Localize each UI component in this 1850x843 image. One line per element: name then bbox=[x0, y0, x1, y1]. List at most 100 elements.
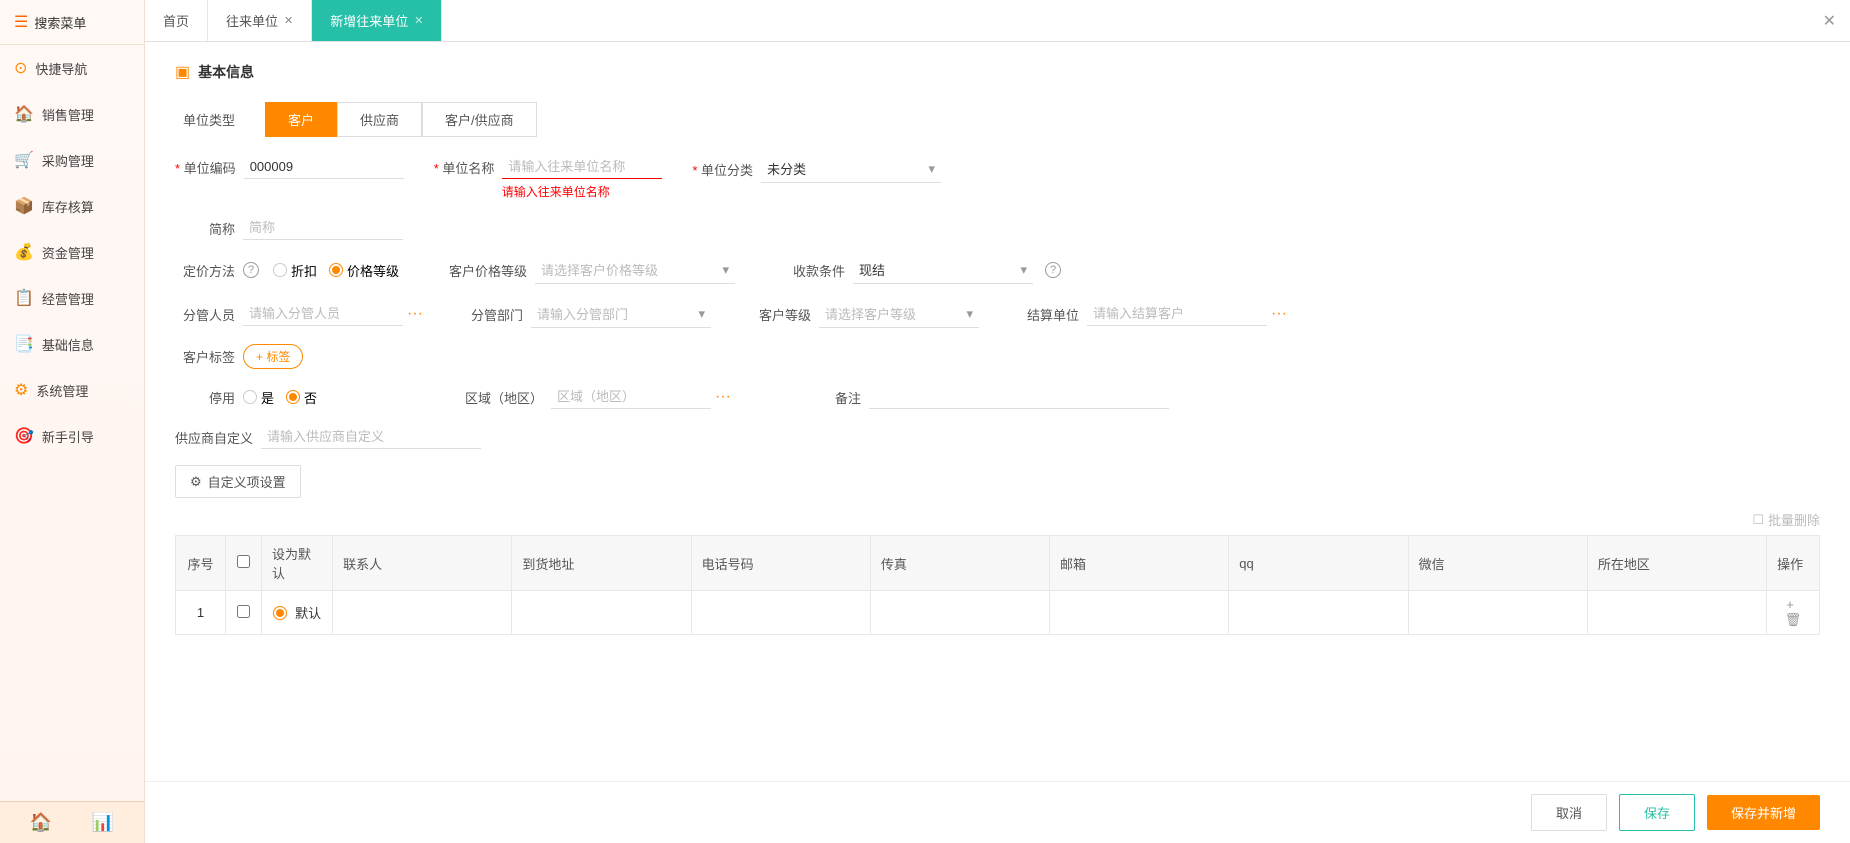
tab-partners-close[interactable]: ✕ bbox=[284, 14, 293, 27]
manager-dots-btn[interactable]: ··· bbox=[407, 305, 423, 323]
tab-partners[interactable]: 往来单位 ✕ bbox=[208, 0, 312, 41]
sidebar-item-label: 销售管理 bbox=[42, 105, 94, 124]
row-region-cell[interactable] bbox=[1587, 591, 1766, 635]
row-phone-input[interactable] bbox=[702, 605, 860, 620]
row-contact[interactable] bbox=[333, 591, 512, 635]
row-wechat[interactable] bbox=[1408, 591, 1587, 635]
radio-discount bbox=[273, 263, 287, 277]
radio-level-label: 价格等级 bbox=[347, 261, 399, 280]
pricing-radio-group: 折扣 价格等级 bbox=[273, 261, 399, 280]
row-pricing: 定价方法 ? 折扣 价格等级 客户价格等级 请选择客户价格等级 bbox=[175, 256, 1820, 284]
field-customer-level: 客户等级 请选择客户等级 ▾ bbox=[751, 300, 979, 328]
row-add-btn[interactable]: + bbox=[1786, 597, 1794, 612]
unit-category-arrow: ▾ bbox=[929, 161, 936, 177]
unit-code-input[interactable] bbox=[244, 155, 404, 179]
batch-delete-label[interactable]: 批量删除 bbox=[1768, 510, 1820, 529]
row-email-input[interactable] bbox=[1060, 605, 1218, 620]
sidebar-search-label: 搜索菜单 bbox=[34, 13, 86, 32]
add-tag-button[interactable]: + 标签 bbox=[243, 344, 303, 369]
custom-settings-button[interactable]: ⚙ 自定义项设置 bbox=[175, 465, 301, 498]
row-wechat-input[interactable] bbox=[1419, 605, 1577, 620]
department-select[interactable]: 请输入分管部门 ▾ bbox=[531, 300, 711, 328]
settlement-unit-dots[interactable]: ··· bbox=[1271, 305, 1287, 323]
type-btn-customer[interactable]: 客户 bbox=[265, 102, 337, 137]
field-region: 区域（地区） ··· bbox=[465, 385, 731, 409]
type-btn-both[interactable]: 客户/供应商 bbox=[422, 102, 537, 137]
purchase-icon: 🛒 bbox=[14, 150, 34, 170]
region-input-group: ··· bbox=[551, 385, 731, 409]
row-address[interactable] bbox=[512, 591, 691, 635]
save-new-button[interactable]: 保存并新增 bbox=[1707, 795, 1820, 830]
disabled-no-label: 否 bbox=[304, 388, 317, 407]
pricing-option-discount[interactable]: 折扣 bbox=[273, 261, 317, 280]
sidebar-item-sales[interactable]: 🏠 销售管理 bbox=[0, 91, 144, 137]
sidebar-item-quick-nav[interactable]: ⊙ 快捷导航 bbox=[0, 45, 144, 91]
row-address-input[interactable] bbox=[522, 605, 680, 620]
manager-label: 分管人员 bbox=[175, 305, 235, 324]
sidebar-item-operations[interactable]: 📋 经营管理 bbox=[0, 275, 144, 321]
price-level-select[interactable]: 请选择客户价格等级 ▾ bbox=[535, 256, 735, 284]
unit-name-input[interactable] bbox=[502, 155, 662, 179]
region-dots-btn[interactable]: ··· bbox=[715, 388, 731, 406]
payment-help-icon[interactable]: ? bbox=[1045, 262, 1061, 278]
row-qq-input[interactable] bbox=[1239, 605, 1397, 620]
select-all-checkbox[interactable] bbox=[237, 555, 250, 568]
row-fax-input[interactable] bbox=[881, 605, 1039, 620]
row-fax[interactable] bbox=[870, 591, 1049, 635]
pricing-option-level[interactable]: 价格等级 bbox=[329, 261, 399, 280]
tab-home[interactable]: 首页 bbox=[145, 0, 208, 41]
section-title: 基本信息 bbox=[198, 62, 254, 82]
region-input[interactable] bbox=[551, 385, 711, 409]
pricing-help-icon[interactable]: ? bbox=[243, 262, 259, 278]
row-select-checkbox[interactable] bbox=[237, 605, 250, 618]
row-qq[interactable] bbox=[1229, 591, 1408, 635]
settlement-unit-input[interactable] bbox=[1087, 302, 1267, 326]
settlement-unit-group: ··· bbox=[1087, 302, 1287, 326]
tab-new-partner[interactable]: 新增往来单位 ✕ bbox=[312, 0, 442, 41]
field-unit-category: 单位分类 未分类 ▾ bbox=[692, 155, 941, 183]
manager-input[interactable] bbox=[243, 302, 403, 326]
field-payment-terms: 收款条件 现结 ▾ ? bbox=[785, 256, 1061, 284]
disabled-no[interactable]: 否 bbox=[286, 388, 317, 407]
department-label: 分管部门 bbox=[463, 305, 523, 324]
row-delete-btn[interactable]: 🗑 bbox=[1785, 612, 1802, 627]
short-name-input[interactable] bbox=[243, 216, 403, 240]
settings-gear-icon: ⚙ bbox=[190, 474, 202, 490]
row-region-input[interactable] bbox=[1598, 605, 1756, 620]
close-all-tabs[interactable]: ✕ bbox=[1809, 11, 1850, 31]
row-phone[interactable] bbox=[691, 591, 870, 635]
sidebar-item-basic[interactable]: 📑 基础信息 bbox=[0, 321, 144, 367]
sidebar-item-system[interactable]: ⚙ 系统管理 bbox=[0, 367, 144, 413]
save-button[interactable]: 保存 bbox=[1619, 794, 1695, 831]
payment-terms-select[interactable]: 现结 ▾ bbox=[853, 256, 1033, 284]
sidebar-search[interactable]: ☰ 搜索菜单 bbox=[0, 0, 144, 45]
field-unit-name-group: 单位名称 请输入往来单位名称 bbox=[434, 155, 663, 200]
tab-new-partner-close[interactable]: ✕ bbox=[414, 14, 423, 27]
price-level-arrow: ▾ bbox=[723, 262, 730, 278]
batch-delete-icon: ☐ bbox=[1752, 512, 1764, 528]
type-btn-supplier[interactable]: 供应商 bbox=[337, 102, 422, 137]
sidebar-item-label: 采购管理 bbox=[42, 151, 94, 170]
tab-partners-label: 往来单位 bbox=[226, 11, 278, 30]
disabled-yes[interactable]: 是 bbox=[243, 388, 274, 407]
supplier-custom-input[interactable] bbox=[261, 425, 481, 449]
sidebar-footer-icon1[interactable]: 🏠 bbox=[30, 812, 52, 833]
field-disabled: 停用 是 否 bbox=[175, 388, 395, 407]
sidebar-item-guide[interactable]: 🎯 新手引导 bbox=[0, 413, 144, 459]
unit-name-label: 单位名称 bbox=[434, 158, 495, 177]
cancel-button[interactable]: 取消 bbox=[1531, 794, 1607, 831]
row-contact-input[interactable] bbox=[343, 605, 501, 620]
row-default-radio[interactable]: 默认 bbox=[272, 603, 322, 622]
sidebar-item-inventory[interactable]: 📦 库存核算 bbox=[0, 183, 144, 229]
sidebar-item-finance[interactable]: 💰 资金管理 bbox=[0, 229, 144, 275]
tab-new-partner-label: 新增往来单位 bbox=[330, 11, 408, 30]
notes-input[interactable] bbox=[869, 385, 1169, 409]
field-supplier-custom: 供应商自定义 bbox=[175, 425, 481, 449]
customer-level-select[interactable]: 请选择客户等级 ▾ bbox=[819, 300, 979, 328]
col-seq: 序号 bbox=[176, 536, 226, 591]
row-email[interactable] bbox=[1050, 591, 1229, 635]
customer-level-label: 客户等级 bbox=[751, 305, 811, 324]
sidebar-item-purchase[interactable]: 🛒 采购管理 bbox=[0, 137, 144, 183]
unit-category-select[interactable]: 未分类 ▾ bbox=[761, 155, 941, 183]
sidebar-footer-icon2[interactable]: 📊 bbox=[92, 812, 114, 833]
